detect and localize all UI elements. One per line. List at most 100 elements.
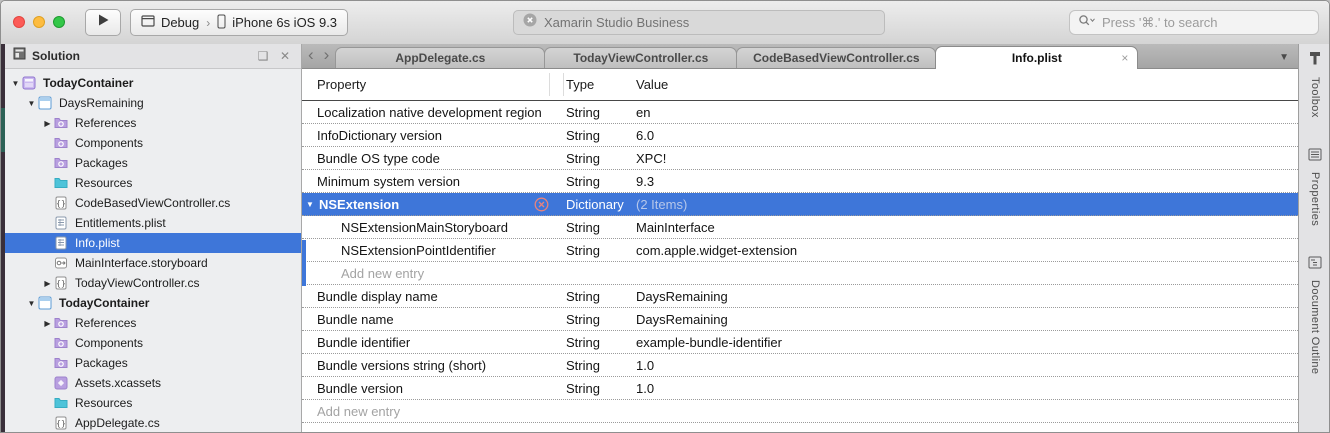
collapse-arrow-icon[interactable]: ▼ — [25, 299, 38, 308]
dock-tab-toolbox[interactable]: Toolbox — [1308, 50, 1322, 118]
tree-item-references[interactable]: ▶References — [5, 113, 301, 133]
search-icon — [1078, 14, 1096, 32]
tree-item-references[interactable]: ▶ References — [5, 313, 301, 333]
plist-row-bundle-name[interactable]: Bundle nameStringDaysRemaining — [302, 308, 1298, 331]
tree-item-label: Components — [75, 336, 143, 350]
collapse-arrow-icon[interactable]: ▼ — [306, 200, 314, 209]
search-input[interactable]: Press '⌘.' to search — [1069, 10, 1319, 35]
tree-item-packages[interactable]: Packages — [5, 153, 301, 173]
run-button[interactable] — [85, 9, 121, 36]
tab-close-icon[interactable]: × — [1121, 51, 1128, 65]
tree-item-info-plist[interactable]: Info.plist — [5, 233, 301, 253]
previous-tab-icon[interactable]: ‹ — [308, 46, 314, 63]
tree-item-label: Entitlements.plist — [75, 216, 166, 230]
property-cell[interactable]: Add new entry — [302, 404, 400, 419]
expand-arrow-icon[interactable]: ▶ — [41, 279, 54, 288]
expand-arrow-icon[interactable]: ▶ — [41, 119, 54, 128]
plist-row-bundle-os-type-code[interactable]: Bundle OS type codeStringXPC! — [302, 147, 1298, 170]
plist-row-localization-native-development-region[interactable]: Localization native development regionSt… — [302, 101, 1298, 124]
tree-item-components[interactable]: Components — [5, 333, 301, 353]
tree-item-todaycontainer[interactable]: ▼TodayContainer — [5, 73, 301, 93]
column-header-property[interactable]: Property — [317, 77, 366, 92]
plist-row-nsextensionpointidentifier[interactable]: NSExtensionPointIdentifierStringcom.appl… — [302, 239, 1298, 262]
toolbar: Debug › iPhone 6s iOS 9.3 Xamarin Studio… — [1, 1, 1329, 45]
tree-item-assets-xcassets[interactable]: Assets.xcassets — [5, 373, 301, 393]
device-name-label[interactable]: iPhone 6s iOS 9.3 — [232, 15, 337, 30]
tree-item-label: Packages — [75, 156, 128, 170]
tree-item-label: TodayViewController.cs — [75, 276, 200, 290]
tree-item-resources[interactable]: Resources — [5, 173, 301, 193]
run-config-label[interactable]: Debug — [161, 15, 199, 30]
tree-item-label: References — [75, 316, 136, 330]
run-configuration-selector[interactable]: Debug › iPhone 6s iOS 9.3 — [130, 9, 348, 36]
plist-row-infodictionary-version[interactable]: InfoDictionary versionString6.0 — [302, 124, 1298, 147]
plist-row-bundle-identifier[interactable]: Bundle identifierStringexample-bundle-id… — [302, 331, 1298, 354]
tab-overflow-chevron-icon[interactable]: ▼ — [1279, 52, 1289, 63]
window-icon — [141, 15, 155, 30]
tree-item-codebasedviewcontroller-cs[interactable]: {}CodeBasedViewController.cs — [5, 193, 301, 213]
phone-icon — [217, 14, 226, 32]
tab-todayviewcontroller-cs[interactable]: TodayViewController.cs — [544, 47, 737, 68]
folder-purple-icon — [54, 356, 70, 370]
plist-row-bundle-versions-string-short[interactable]: Bundle versions string (short)String1.0 — [302, 354, 1298, 377]
property-cell: Localization native development region — [302, 105, 542, 120]
storyboard-file-icon — [54, 256, 70, 270]
plist-row-minimum-system-version[interactable]: Minimum system versionString9.3 — [302, 170, 1298, 193]
tree-item-label: Resources — [75, 396, 132, 410]
tree-item-components[interactable]: Components — [5, 133, 301, 153]
tab-codebasedviewcontroller-cs[interactable]: CodeBasedViewController.cs — [736, 47, 936, 68]
column-divider — [549, 73, 550, 96]
dock-tab-properties[interactable]: Properties — [1308, 148, 1322, 226]
plist-row-nsextension[interactable]: ▼NSExtensionDictionary(2 Items) — [302, 193, 1298, 216]
dock-tab-label: Toolbox — [1309, 77, 1321, 118]
expand-arrow-icon[interactable]: ▶ — [41, 319, 54, 328]
svg-text:{}: {} — [56, 279, 66, 288]
plist-editor: Property Type Value Localization native … — [302, 69, 1298, 433]
close-window-button[interactable] — [13, 16, 25, 28]
property-cell: Bundle version — [302, 381, 403, 396]
value-cell: com.apple.widget-extension — [636, 243, 797, 258]
expanded-group-indicator — [302, 240, 306, 286]
value-cell: example-bundle-identifier — [636, 335, 782, 350]
delete-entry-icon[interactable] — [534, 197, 549, 212]
column-header-type[interactable]: Type — [566, 77, 594, 92]
folder-teal-icon — [54, 176, 70, 190]
status-bar: Xamarin Studio Business — [513, 10, 885, 35]
close-pad-icon[interactable]: ✕ — [277, 49, 293, 63]
plist-add-new-entry-row[interactable]: Add new entry — [302, 262, 1298, 285]
tree-item-label: Assets.xcassets — [75, 376, 161, 390]
tree-item-appdelegate-cs[interactable]: {}AppDelegate.cs — [5, 413, 301, 433]
toolbox-icon — [1308, 50, 1322, 71]
tree-item-packages[interactable]: Packages — [5, 353, 301, 373]
plist-rows: Localization native development region St… — [302, 101, 1298, 423]
dock-pad-icon[interactable]: ❑ — [255, 49, 271, 63]
next-tab-icon[interactable]: › — [324, 46, 330, 63]
plist-row-nsextensionmainstoryboard[interactable]: NSExtensionMainStoryboardStringMainInter… — [302, 216, 1298, 239]
property-cell: Bundle display name — [302, 289, 438, 304]
tab-info-plist[interactable]: Info.plist× — [935, 46, 1138, 69]
collapse-arrow-icon[interactable]: ▼ — [9, 79, 22, 88]
plist-row-bundle-version[interactable]: Bundle version String 1.0 — [302, 377, 1298, 400]
tree-item-entitlements-plist[interactable]: Entitlements.plist — [5, 213, 301, 233]
plist-row-bundle-display-name[interactable]: Bundle display nameStringDaysRemaining — [302, 285, 1298, 308]
dock-tab-label: Document Outline — [1309, 280, 1321, 374]
dock-tab-document-outline[interactable]: Document Outline — [1308, 256, 1322, 374]
type-cell: String — [566, 381, 600, 396]
value-cell: 1.0 — [636, 381, 654, 396]
tree-item-label: DaysRemaining — [59, 96, 144, 110]
tree-item-resources[interactable]: Resources — [5, 393, 301, 413]
property-cell[interactable]: Add new entry — [302, 266, 424, 281]
tree-item-maininterface-storyboard[interactable]: MainInterface.storyboard — [5, 253, 301, 273]
collapse-arrow-icon[interactable]: ▼ — [25, 99, 38, 108]
search-placeholder: Press '⌘.' to search — [1102, 15, 1218, 31]
tab-appdelegate-cs[interactable]: AppDelegate.cs — [335, 47, 545, 68]
tree-item-todaycontainer[interactable]: ▼TodayContainer — [5, 293, 301, 313]
column-header-value[interactable]: Value — [636, 77, 668, 92]
plist-add-new-entry-row[interactable]: Add new entry — [302, 400, 1298, 423]
brand-badge-icon — [523, 13, 537, 32]
minimize-window-button[interactable] — [33, 16, 45, 28]
tree-item-daysremaining[interactable]: ▼ DaysRemaining — [5, 93, 301, 113]
property-cell: NSExtensionMainStoryboard — [302, 220, 508, 235]
zoom-window-button[interactable] — [53, 16, 65, 28]
tree-item-todayviewcontroller-cs[interactable]: ▶{} TodayViewController.cs — [5, 273, 301, 293]
